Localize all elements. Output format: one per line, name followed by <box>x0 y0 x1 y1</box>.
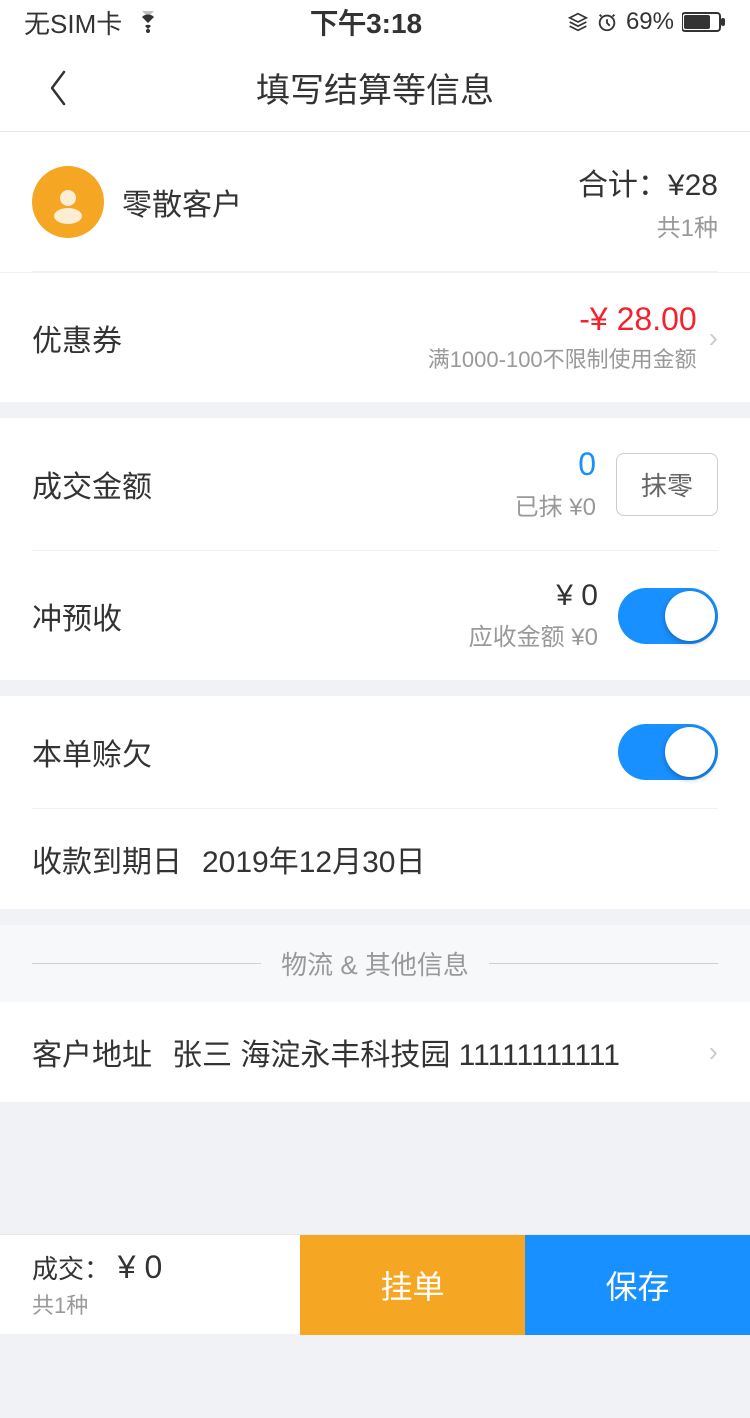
prepay-sub: 应收金额 ¥0 <box>469 617 598 652</box>
transaction-card: 成交金额 0 已抹 ¥0 抹零 冲预收 ¥ 0 应收金额 ¥0 <box>0 418 750 680</box>
logistics-section: 物流 & 其他信息 <box>0 925 750 1002</box>
bottom-deal-info: 成交： ¥ 0 共1种 <box>0 1249 300 1320</box>
status-left: 无SIM卡 <box>24 4 164 41</box>
transaction-label: 成交金额 <box>32 462 152 506</box>
status-time: 下午3:18 <box>310 2 422 42</box>
bottom-deal-label: 成交： <box>32 1254 110 1284</box>
toggle-thumb <box>665 591 715 641</box>
status-bar: 无SIM卡 下午3:18 69% <box>0 0 750 44</box>
back-button[interactable] <box>28 58 88 118</box>
nav-bar: 填写结算等信息 <box>0 44 750 132</box>
coupon-label: 优惠券 <box>32 316 122 360</box>
save-button[interactable]: 保存 <box>525 1235 750 1335</box>
coupon-discount: -¥ 28.00 <box>428 301 697 338</box>
transaction-amount[interactable]: 0 <box>515 446 596 483</box>
customer-card: 零散客户 合计：¥28 共1种 优惠券 -¥ 28.00 满1000-100不限… <box>0 132 750 402</box>
duedate-value: 2019年12月30日 <box>202 837 425 881</box>
hold-order-label: 挂单 <box>380 1262 444 1308</box>
prepay-amount: ¥ 0 <box>469 579 598 613</box>
battery-percent: 69% <box>626 8 674 36</box>
credit-toggle-thumb <box>665 727 715 777</box>
alarm-icon <box>596 11 618 33</box>
prepay-amount-area: ¥ 0 应收金额 ¥0 <box>469 579 598 652</box>
customer-row: 零散客户 合计：¥28 共1种 <box>0 132 750 271</box>
credit-row: 本单赊欠 <box>0 696 750 808</box>
coupon-chevron-icon: › <box>709 322 718 354</box>
prepay-toggle[interactable] <box>618 588 718 644</box>
sim-label: 无SIM卡 <box>24 4 122 41</box>
customer-info: 零散客户 <box>32 166 242 238</box>
logistics-line-right <box>489 963 718 964</box>
address-card: 客户地址 张三 海淀永丰科技园 11111111111 › <box>0 1002 750 1102</box>
coupon-row[interactable]: 优惠券 -¥ 28.00 满1000-100不限制使用金额 › <box>0 272 750 402</box>
logistics-title: 物流 & 其他信息 <box>281 945 469 982</box>
total-count: 共1种 <box>578 208 718 243</box>
address-value: 张三 海淀永丰科技园 11111111111 <box>172 1030 709 1074</box>
total-amount: 合计：¥28 <box>578 160 718 204</box>
wifi-icon <box>132 11 164 33</box>
address-label: 客户地址 <box>32 1030 152 1074</box>
status-right: 69% <box>568 8 726 36</box>
round-zero-button[interactable]: 抹零 <box>616 453 718 516</box>
address-row[interactable]: 客户地址 张三 海淀永丰科技园 11111111111 › <box>0 1002 750 1102</box>
logistics-header: 物流 & 其他信息 <box>0 925 750 1002</box>
coupon-right: -¥ 28.00 满1000-100不限制使用金额 › <box>428 301 718 374</box>
duedate-row[interactable]: 收款到期日 2019年12月30日 <box>0 809 750 909</box>
bottom-bar: 成交： ¥ 0 共1种 挂单 保存 <box>0 1234 750 1334</box>
bottom-deal-value: ¥ 0 <box>118 1249 162 1285</box>
customer-avatar <box>32 166 104 238</box>
coupon-desc: 满1000-100不限制使用金额 <box>428 342 697 374</box>
hold-order-button[interactable]: 挂单 <box>300 1235 525 1335</box>
duedate-label: 收款到期日 <box>32 837 182 881</box>
page-title: 填写结算等信息 <box>256 63 494 112</box>
logistics-line-left <box>32 963 261 964</box>
coupon-info: -¥ 28.00 满1000-100不限制使用金额 <box>428 301 697 374</box>
address-chevron-icon: › <box>709 1036 718 1068</box>
credit-toggle[interactable] <box>618 724 718 780</box>
transaction-row: 成交金额 0 已抹 ¥0 抹零 <box>0 418 750 550</box>
prepay-right: ¥ 0 应收金额 ¥0 <box>469 579 718 652</box>
credit-card: 本单赊欠 收款到期日 2019年12月30日 <box>0 696 750 909</box>
transaction-right: 0 已抹 ¥0 抹零 <box>515 446 718 522</box>
location-icon <box>568 12 588 32</box>
customer-name: 零散客户 <box>122 180 242 224</box>
bottom-deal-count: 共1种 <box>32 1288 268 1320</box>
battery-icon <box>682 11 726 33</box>
transaction-sub: 已抹 ¥0 <box>515 487 596 522</box>
transaction-amount-area: 0 已抹 ¥0 <box>515 446 596 522</box>
customer-total: 合计：¥28 共1种 <box>578 160 718 243</box>
prepay-row: 冲预收 ¥ 0 应收金额 ¥0 <box>0 551 750 680</box>
prepay-label: 冲预收 <box>32 594 122 638</box>
bottom-deal-row: 成交： ¥ 0 <box>32 1249 268 1286</box>
save-label: 保存 <box>605 1262 669 1308</box>
credit-label: 本单赊欠 <box>32 730 152 774</box>
